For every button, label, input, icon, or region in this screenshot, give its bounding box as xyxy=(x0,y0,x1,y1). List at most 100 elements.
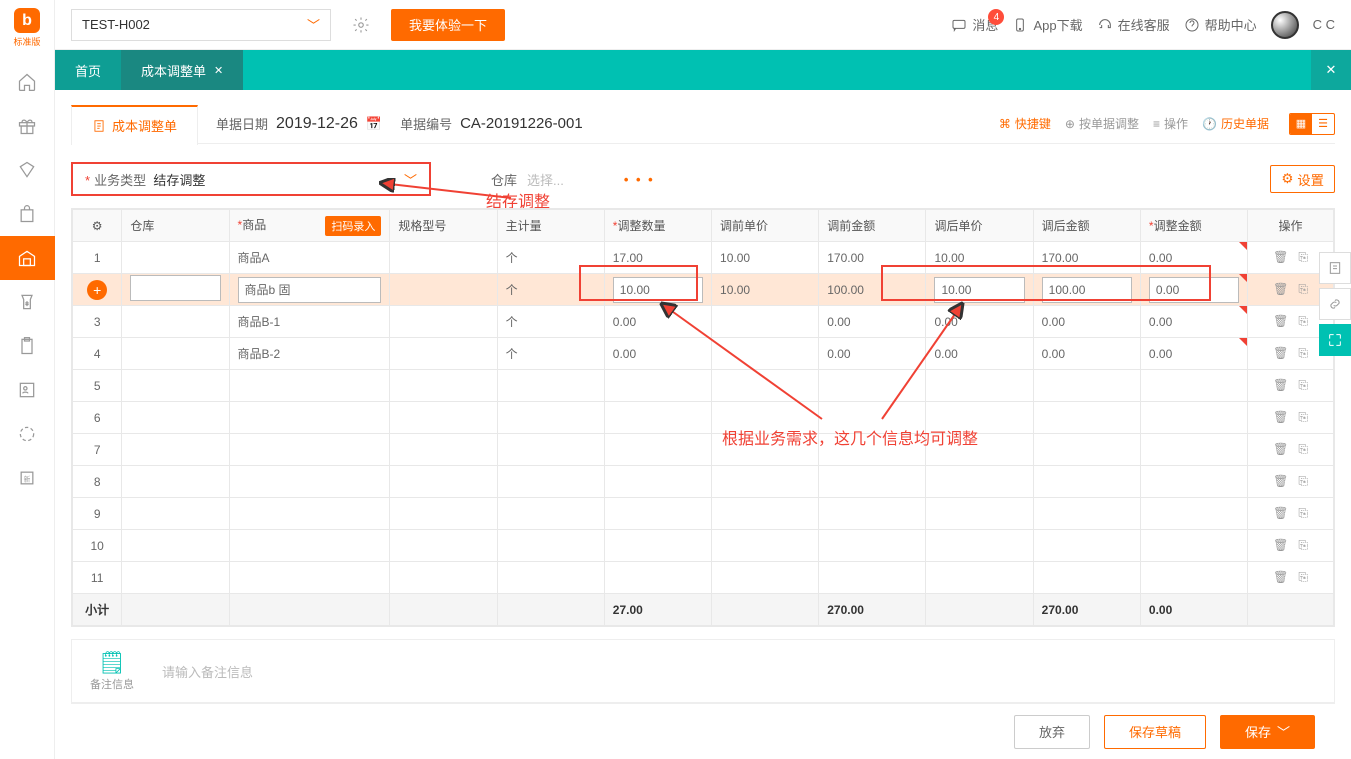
nav-bag-icon[interactable] xyxy=(0,192,55,236)
add-row-icon[interactable]: + xyxy=(87,280,107,300)
delete-row-icon[interactable]: 🗑 xyxy=(1273,506,1288,521)
date-label: 单据日期 xyxy=(216,114,268,133)
delete-row-icon[interactable]: 🗑 xyxy=(1273,410,1288,425)
qty-cell-input[interactable]: 10.00 xyxy=(613,277,703,303)
warehouse-cell-input[interactable] xyxy=(130,275,220,301)
expand-tool-icon[interactable] xyxy=(1319,324,1351,356)
business-type-select[interactable]: *业务类型 结存调整 ﹀ xyxy=(71,162,431,196)
table-row[interactable]: 3商品B-1个0.000.000.000.000.00🗑⎘ xyxy=(73,306,1334,338)
copy-row-icon[interactable]: ⎘ xyxy=(1298,570,1308,585)
close-all-tabs[interactable]: ✕ xyxy=(1311,50,1351,90)
nav-diamond-icon[interactable] xyxy=(0,148,55,192)
scan-tag[interactable]: 扫码录入 xyxy=(325,216,381,236)
shortcut-link[interactable]: ⌘ 快捷键 xyxy=(999,115,1051,132)
nav-home-icon[interactable] xyxy=(0,60,55,104)
app-download-link[interactable]: App下载 xyxy=(1012,15,1082,34)
delete-row-icon[interactable]: 🗑 xyxy=(1273,378,1288,393)
product-cell-input[interactable]: 商品b 固 xyxy=(238,277,382,303)
warehouse-select[interactable]: 选择... xyxy=(527,170,564,189)
try-button[interactable]: 我要体验一下 xyxy=(391,9,505,41)
tab-cost-adjust[interactable]: 成本调整单✕ xyxy=(121,50,243,90)
gear-icon[interactable] xyxy=(345,9,377,41)
copy-row-icon[interactable]: ⎘ xyxy=(1298,282,1308,297)
save-draft-button[interactable]: 保存草稿 xyxy=(1104,715,1206,749)
table-row[interactable]: 8🗑⎘ xyxy=(73,466,1334,498)
data-table: ⚙ 仓库 *商品扫码录入 规格型号 主计量 *调整数量 调前单价 调前金额 调后… xyxy=(71,208,1335,627)
note-tool-icon[interactable] xyxy=(1319,252,1351,284)
post-amt-cell-input[interactable]: 100.00 xyxy=(1042,277,1132,303)
table-row[interactable]: +商品b 固个10.0010.00100.0010.00100.000.00🗑⎘ xyxy=(73,274,1334,306)
delete-row-icon[interactable]: 🗑 xyxy=(1273,474,1288,489)
nav-contact-icon[interactable] xyxy=(0,368,55,412)
table-row[interactable]: 4商品B-2个0.000.000.000.000.00🗑⎘ xyxy=(73,338,1334,370)
by-doc-adjust-link[interactable]: ⊕ 按单据调整 xyxy=(1065,115,1139,132)
message-badge: 4 xyxy=(988,9,1004,25)
delete-row-icon[interactable]: 🗑 xyxy=(1273,538,1288,553)
delete-row-icon[interactable]: 🗑 xyxy=(1273,250,1288,265)
remarks-section: 🗒 备注信息 请输入备注信息 xyxy=(71,639,1335,703)
table-row[interactable]: 5🗑⎘ xyxy=(73,370,1334,402)
messages-link[interactable]: 消息 4 xyxy=(951,15,998,34)
discard-button[interactable]: 放弃 xyxy=(1014,715,1090,749)
copy-row-icon[interactable]: ⎘ xyxy=(1298,250,1308,265)
nav-loading-icon[interactable] xyxy=(0,412,55,456)
chevron-down-icon: ﹀ xyxy=(404,170,417,189)
link-tool-icon[interactable] xyxy=(1319,288,1351,320)
table-row[interactable]: 1商品A个17.0010.00170.0010.00170.000.00🗑⎘ xyxy=(73,242,1334,274)
delete-row-icon[interactable]: 🗑 xyxy=(1273,442,1288,457)
delete-row-icon[interactable]: 🗑 xyxy=(1273,314,1288,329)
copy-row-icon[interactable]: ⎘ xyxy=(1298,410,1308,425)
nav-new-icon[interactable]: 新 xyxy=(0,456,55,500)
nav-clipboard-icon[interactable] xyxy=(0,324,55,368)
nav-warehouse-icon[interactable] xyxy=(0,236,55,280)
post-price-cell-input[interactable]: 10.00 xyxy=(934,277,1024,303)
top-header: TEST-H002 ﹀ 我要体验一下 消息 4 App下载 在线客服 帮助中心 … xyxy=(55,0,1351,50)
logo-text: 标准版 xyxy=(13,35,40,48)
nav-money-icon[interactable] xyxy=(0,280,55,324)
copy-row-icon[interactable]: ⎘ xyxy=(1298,474,1308,489)
avatar[interactable] xyxy=(1271,11,1299,39)
subtotal-row: 小计 27.00 270.00 270.00 0.00 xyxy=(73,594,1334,626)
delete-row-icon[interactable]: 🗑 xyxy=(1273,570,1288,585)
settings-button[interactable]: ⚙设置 xyxy=(1270,165,1335,193)
operate-link[interactable]: ≡ 操作 xyxy=(1153,115,1188,132)
left-sidebar: b 标准版 新 xyxy=(0,0,55,759)
save-button[interactable]: 保存 ﹀ xyxy=(1220,715,1315,749)
table-row[interactable]: 7🗑⎘ xyxy=(73,434,1334,466)
tab-home[interactable]: 首页 xyxy=(55,50,121,90)
copy-row-icon[interactable]: ⎘ xyxy=(1298,506,1308,521)
th-adj-amt: *调整金额 xyxy=(1140,210,1247,242)
th-pre-amt: 调前金额 xyxy=(819,210,926,242)
table-header-row: ⚙ 仓库 *商品扫码录入 规格型号 主计量 *调整数量 调前单价 调前金额 调后… xyxy=(73,210,1334,242)
th-gear[interactable]: ⚙ xyxy=(73,210,122,242)
notes-icon: 🗒 xyxy=(72,650,152,676)
close-icon[interactable]: ✕ xyxy=(214,64,223,77)
table-row[interactable]: 10🗑⎘ xyxy=(73,530,1334,562)
adj-amt-cell-input[interactable]: 0.00 xyxy=(1149,277,1239,303)
copy-row-icon[interactable]: ⎘ xyxy=(1298,314,1308,329)
table-row[interactable]: 11🗑⎘ xyxy=(73,562,1334,594)
copy-row-icon[interactable]: ⎘ xyxy=(1298,538,1308,553)
right-float-tools xyxy=(1319,252,1351,356)
view-toggle[interactable]: ▦☰ xyxy=(1289,113,1335,135)
table-row[interactable]: 6🗑⎘ xyxy=(73,402,1334,434)
copy-row-icon[interactable]: ⎘ xyxy=(1298,378,1308,393)
calendar-icon[interactable]: 📅 xyxy=(366,116,382,132)
doc-tab[interactable]: 成本调整单 xyxy=(71,105,198,145)
doc-header: 成本调整单 单据日期 2019-12-26 📅 单据编号 CA-20191226… xyxy=(71,104,1335,144)
online-service-link[interactable]: 在线客服 xyxy=(1097,15,1170,34)
delete-row-icon[interactable]: 🗑 xyxy=(1273,346,1288,361)
copy-row-icon[interactable]: ⎘ xyxy=(1298,346,1308,361)
company-selector[interactable]: TEST-H002 ﹀ xyxy=(71,9,331,41)
history-link[interactable]: 🕐 历史单据 xyxy=(1202,115,1269,132)
date-value[interactable]: 2019-12-26 xyxy=(276,115,358,133)
help-center-link[interactable]: 帮助中心 xyxy=(1184,15,1257,34)
more-dots[interactable]: • • • xyxy=(624,172,655,187)
delete-row-icon[interactable]: 🗑 xyxy=(1273,282,1288,297)
form-row: *业务类型 结存调整 ﹀ 仓库 选择... • • • ⚙设置 结存调整 xyxy=(71,144,1335,208)
user-name: C C xyxy=(1313,17,1335,32)
nav-gift-icon[interactable] xyxy=(0,104,55,148)
remarks-input[interactable]: 请输入备注信息 xyxy=(152,662,1334,681)
copy-row-icon[interactable]: ⎘ xyxy=(1298,442,1308,457)
table-row[interactable]: 9🗑⎘ xyxy=(73,498,1334,530)
